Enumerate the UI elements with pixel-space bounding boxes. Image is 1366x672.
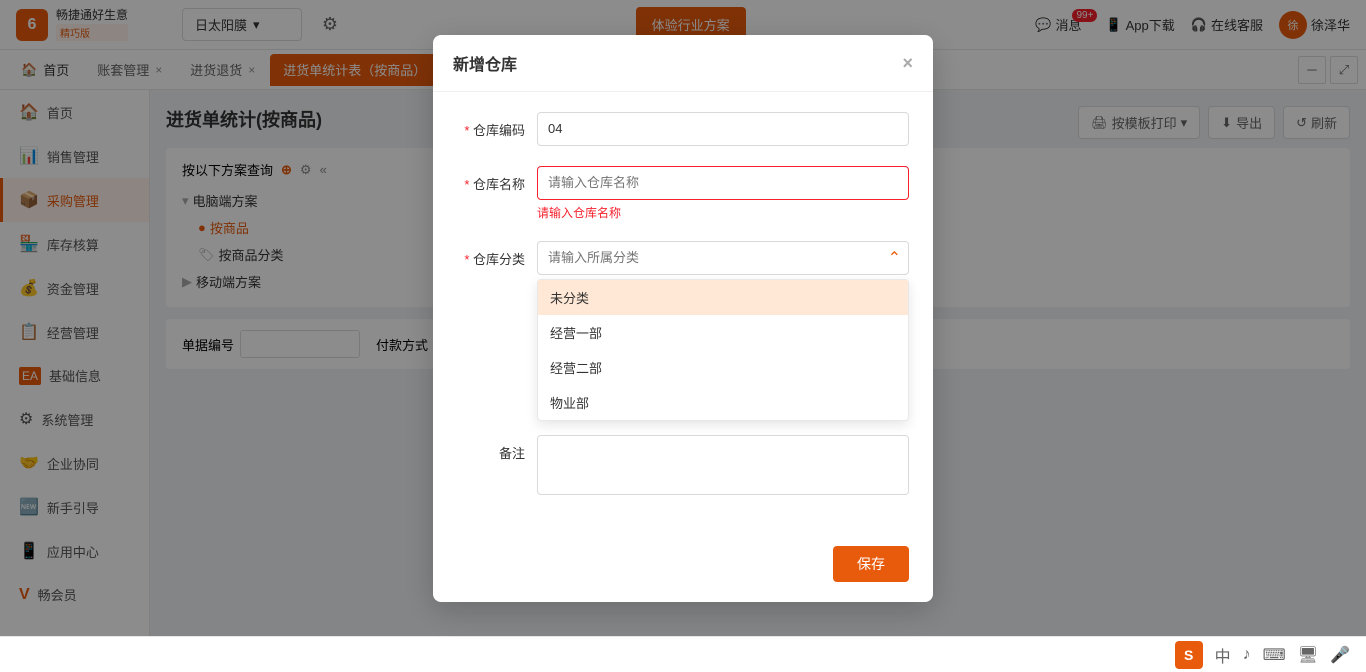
mic-icon[interactable]: 🎤 (1330, 645, 1350, 665)
category-field-row: 仓库分类 ⌃ 未分类 经营一部 经营二部 物业部 (457, 241, 909, 275)
dialog-overlay: 新增仓库 × 仓库编码 仓库名称 请输入仓库名称 仓库分类 (0, 0, 1366, 636)
note-label: 备注 (457, 435, 537, 462)
code-field-row: 仓库编码 (457, 112, 909, 146)
dropdown-item-uncategorized[interactable]: 未分类 (538, 280, 908, 315)
lang-icon[interactable]: 中 (1215, 643, 1231, 667)
category-input-wrap: ⌃ 未分类 经营一部 经营二部 物业部 (537, 241, 909, 275)
music-icon[interactable]: ♪ (1243, 646, 1251, 664)
name-input[interactable] (537, 166, 909, 200)
dropdown-item-dept3[interactable]: 物业部 (538, 385, 908, 420)
dropdown-item-dept2[interactable]: 经营二部 (538, 350, 908, 385)
name-input-wrap: 请输入仓库名称 (537, 166, 909, 221)
keyboard-icon[interactable]: ⌨ (1263, 645, 1286, 665)
category-input[interactable] (537, 241, 909, 275)
dialog-header: 新增仓库 × (433, 35, 933, 92)
category-label: 仓库分类 (457, 241, 537, 268)
name-label: 仓库名称 (457, 166, 537, 193)
s-logo: S (1175, 641, 1203, 669)
name-field-row: 仓库名称 请输入仓库名称 (457, 166, 909, 221)
dialog-close-button[interactable]: × (902, 54, 913, 72)
note-field-row: 备注 (457, 435, 909, 498)
new-warehouse-dialog: 新增仓库 × 仓库编码 仓库名称 请输入仓库名称 仓库分类 (433, 35, 933, 602)
bottom-bar: S 中 ♪ ⌨ 🖥 🎤 (0, 636, 1366, 672)
monitor-icon[interactable]: 🖥 (1298, 645, 1318, 665)
name-error-message: 请输入仓库名称 (537, 204, 909, 221)
category-dropdown: 未分类 经营一部 经营二部 物业部 (537, 279, 909, 421)
save-button[interactable]: 保存 (833, 546, 909, 582)
code-label: 仓库编码 (457, 112, 537, 139)
note-textarea[interactable] (537, 435, 909, 495)
dialog-footer: 保存 (433, 534, 933, 602)
note-input-wrap (537, 435, 909, 498)
dropdown-item-dept1[interactable]: 经营一部 (538, 315, 908, 350)
code-input[interactable] (537, 112, 909, 146)
dialog-body: 仓库编码 仓库名称 请输入仓库名称 仓库分类 ⌃ (433, 92, 933, 534)
code-input-wrap (537, 112, 909, 146)
dialog-title: 新增仓库 (453, 51, 517, 75)
